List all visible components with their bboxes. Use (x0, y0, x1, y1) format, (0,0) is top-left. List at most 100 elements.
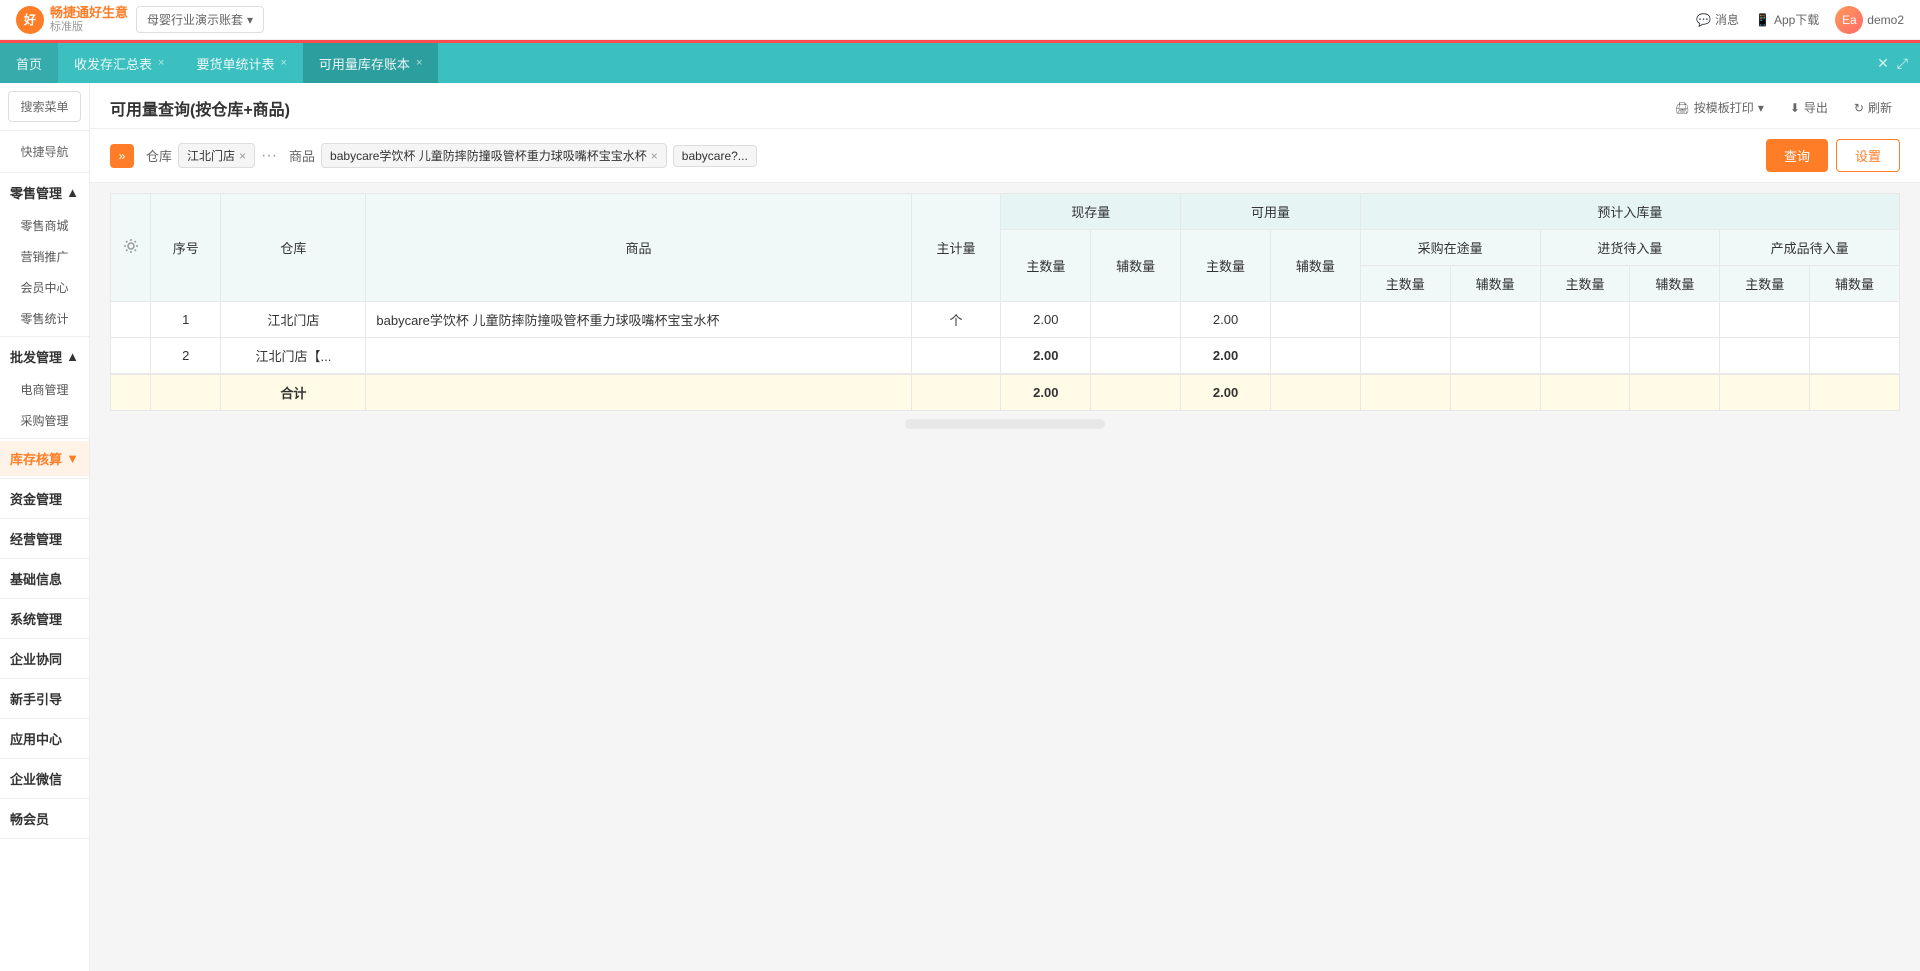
sidebar-section-wxenterprise-header[interactable]: 企业微信 (0, 761, 89, 796)
row1-warehouse: 江北门店 (221, 302, 366, 338)
col-product-header: 商品 (366, 194, 911, 302)
sidebar-section-member: 畅会员 (0, 799, 89, 839)
sidebar-item-quick-nav[interactable]: 快捷导航 (0, 135, 89, 168)
tab-receivable-close[interactable]: × (158, 57, 164, 69)
sidebar-section-finance: 资金管理 (0, 479, 89, 519)
search-menu-btn[interactable]: 搜索菜单 (8, 91, 81, 122)
warehouse-tag-close[interactable]: × (239, 149, 246, 163)
sidebar-section-finance-header[interactable]: 资金管理 (0, 481, 89, 516)
product-tag-1[interactable]: babycare学饮杯 儿童防摔防撞吸管杯重力球吸嘴杯宝宝水杯 × (321, 143, 667, 168)
enterprise-label: 企业协同 (10, 649, 62, 668)
nav-tab-controls: ✕ ⤢ (1877, 43, 1920, 83)
message-btn[interactable]: 💬 消息 (1696, 11, 1739, 28)
sidebar-nav: 快捷导航 (0, 131, 89, 173)
refresh-icon: ↻ (1854, 101, 1864, 115)
page-header: 可用量查询(按仓库+商品) 🖨 按模板打印 ▾ ⬇ 导出 ↻ 刷新 (90, 83, 1920, 129)
row1-product: babycare学饮杯 儿童防摔防撞吸管杯重力球吸嘴杯宝宝水杯 (366, 302, 911, 338)
sidebar-section-appcenter-header[interactable]: 应用中心 (0, 721, 89, 756)
top-bar: 好 畅捷通好生意 标准版 母婴行业演示账套 ▾ 💬 消息 📱 App下载 Ea … (0, 0, 1920, 40)
row1-unit: 个 (911, 302, 1001, 338)
row2-pp-aux (1810, 338, 1900, 375)
sidebar-section-system-header[interactable]: 系统管理 (0, 601, 89, 636)
total-settings (111, 374, 151, 411)
sidebar-section-business-header[interactable]: 经营管理 (0, 521, 89, 556)
print-chevron-icon: ▾ (1758, 101, 1764, 115)
sidebar-item-purchase[interactable]: 采购管理 (0, 405, 89, 436)
export-btn[interactable]: ⬇ 导出 (1782, 95, 1836, 120)
product-tag-1-close[interactable]: × (651, 149, 658, 163)
row2-pp-main (1720, 338, 1810, 375)
sidebar-section-retail-header[interactable]: 零售管理 ▲ (0, 175, 89, 210)
query-btn[interactable]: 查询 (1766, 139, 1828, 172)
sidebar-section-wholesale-header[interactable]: 批发管理 ▲ (0, 339, 89, 374)
row2-unit (911, 338, 1001, 375)
sidebar-item-member-center[interactable]: 会员中心 (0, 272, 89, 303)
refresh-btn[interactable]: ↻ 刷新 (1846, 95, 1900, 120)
row1-available-aux (1270, 302, 1360, 338)
col-purchase-transit-group: 采购在途量 (1360, 230, 1540, 266)
sidebar-item-retail-mall[interactable]: 零售商城 (0, 210, 89, 241)
col-stock-aux-header: 辅数量 (1091, 230, 1181, 302)
sidebar-section-enterprise-header[interactable]: 企业协同 (0, 641, 89, 676)
basic-label: 基础信息 (10, 569, 62, 588)
product-tag-2[interactable]: babycare?... (673, 145, 757, 167)
table-scroll-bar[interactable] (905, 419, 1105, 429)
col-pt-aux-header: 辅数量 (1450, 266, 1540, 302)
tab-receivable[interactable]: 收发存汇总表 × (58, 43, 180, 83)
sidebar-item-marketing[interactable]: 营销推广 (0, 241, 89, 272)
logo-area: 好 畅捷通好生意 标准版 (16, 5, 128, 34)
total-unit (911, 374, 1001, 411)
filter-actions: 查询 设置 (1766, 139, 1900, 172)
total-product (366, 374, 911, 411)
logo-text: 畅捷通好生意 标准版 (50, 5, 128, 34)
user-name: demo2 (1867, 13, 1904, 27)
row1-gp-main (1540, 302, 1630, 338)
sidebar-section-wholesale: 批发管理 ▲ 电商管理 采购管理 (0, 337, 89, 439)
industry-selector[interactable]: 母婴行业演示账套 ▾ (136, 6, 264, 33)
total-available-aux (1270, 374, 1360, 411)
export-icon: ⬇ (1790, 101, 1800, 115)
app-download-btn[interactable]: 📱 App下载 (1755, 11, 1819, 28)
tab-available-stock[interactable]: 可用量库存账本 × (303, 43, 438, 83)
user-area[interactable]: Ea demo2 (1835, 6, 1904, 34)
sidebar-section-inventory-header[interactable]: 库存核算 ▼ (0, 441, 89, 476)
tab-order-stats-close[interactable]: × (280, 57, 286, 69)
message-icon: 💬 (1696, 13, 1711, 27)
sidebar-section-retail: 零售管理 ▲ 零售商城 营销推广 会员中心 零售统计 (0, 173, 89, 337)
row1-pt-aux (1450, 302, 1540, 338)
row1-available-main: 2.00 (1181, 302, 1271, 338)
sidebar-section-newguide-header[interactable]: 新手引导 (0, 681, 89, 716)
row1-pp-aux (1810, 302, 1900, 338)
tab-order-stats[interactable]: 要货单统计表 × (180, 43, 302, 83)
col-stock-main-header: 主数量 (1001, 230, 1091, 302)
print-template-btn[interactable]: 🖨 按模板打印 ▾ (1667, 95, 1772, 120)
sidebar-section-member-header[interactable]: 畅会员 (0, 801, 89, 836)
col-unit-header: 主计量 (911, 194, 1001, 302)
inventory-arrow-icon: ▼ (66, 451, 79, 466)
settings-btn[interactable]: 设置 (1836, 139, 1900, 172)
message-label: 消息 (1715, 11, 1739, 28)
col-settings-header[interactable] (111, 194, 151, 302)
warehouse-tag[interactable]: 江北门店 × (178, 143, 255, 168)
row2-gp-aux (1630, 338, 1720, 375)
inventory-label: 库存核算 (10, 449, 62, 468)
maximize-btn[interactable]: ⤢ (1897, 55, 1908, 72)
finance-label: 资金管理 (10, 489, 62, 508)
sidebar-item-ecommerce[interactable]: 电商管理 (0, 374, 89, 405)
tab-available-stock-close[interactable]: × (416, 57, 422, 69)
sidebar-search: 搜索菜单 (0, 83, 89, 131)
row2-stock-aux (1091, 338, 1181, 375)
retail-arrow-icon: ▲ (66, 185, 79, 200)
tab-available-stock-label: 可用量库存账本 (319, 54, 410, 73)
tab-home[interactable]: 首页 (0, 43, 58, 83)
close-tab-btn[interactable]: ✕ (1877, 55, 1889, 72)
sidebar-item-retail-stats[interactable]: 零售统计 (0, 303, 89, 334)
warehouse-more-icon[interactable]: ··· (261, 147, 277, 165)
sidebar-section-basic-header[interactable]: 基础信息 (0, 561, 89, 596)
appcenter-label: 应用中心 (10, 729, 62, 748)
table-container: 序号 仓库 商品 主计量 现存量 可用量 预计入库量 主数量 辅数量 主数量 辅… (90, 183, 1920, 971)
wholesale-label: 批发管理 (10, 347, 62, 366)
filter-expand-btn[interactable]: » (110, 144, 134, 168)
row2-settings (111, 338, 151, 375)
table-row: 1 江北门店 babycare学饮杯 儿童防摔防撞吸管杯重力球吸嘴杯宝宝水杯 个… (111, 302, 1900, 338)
